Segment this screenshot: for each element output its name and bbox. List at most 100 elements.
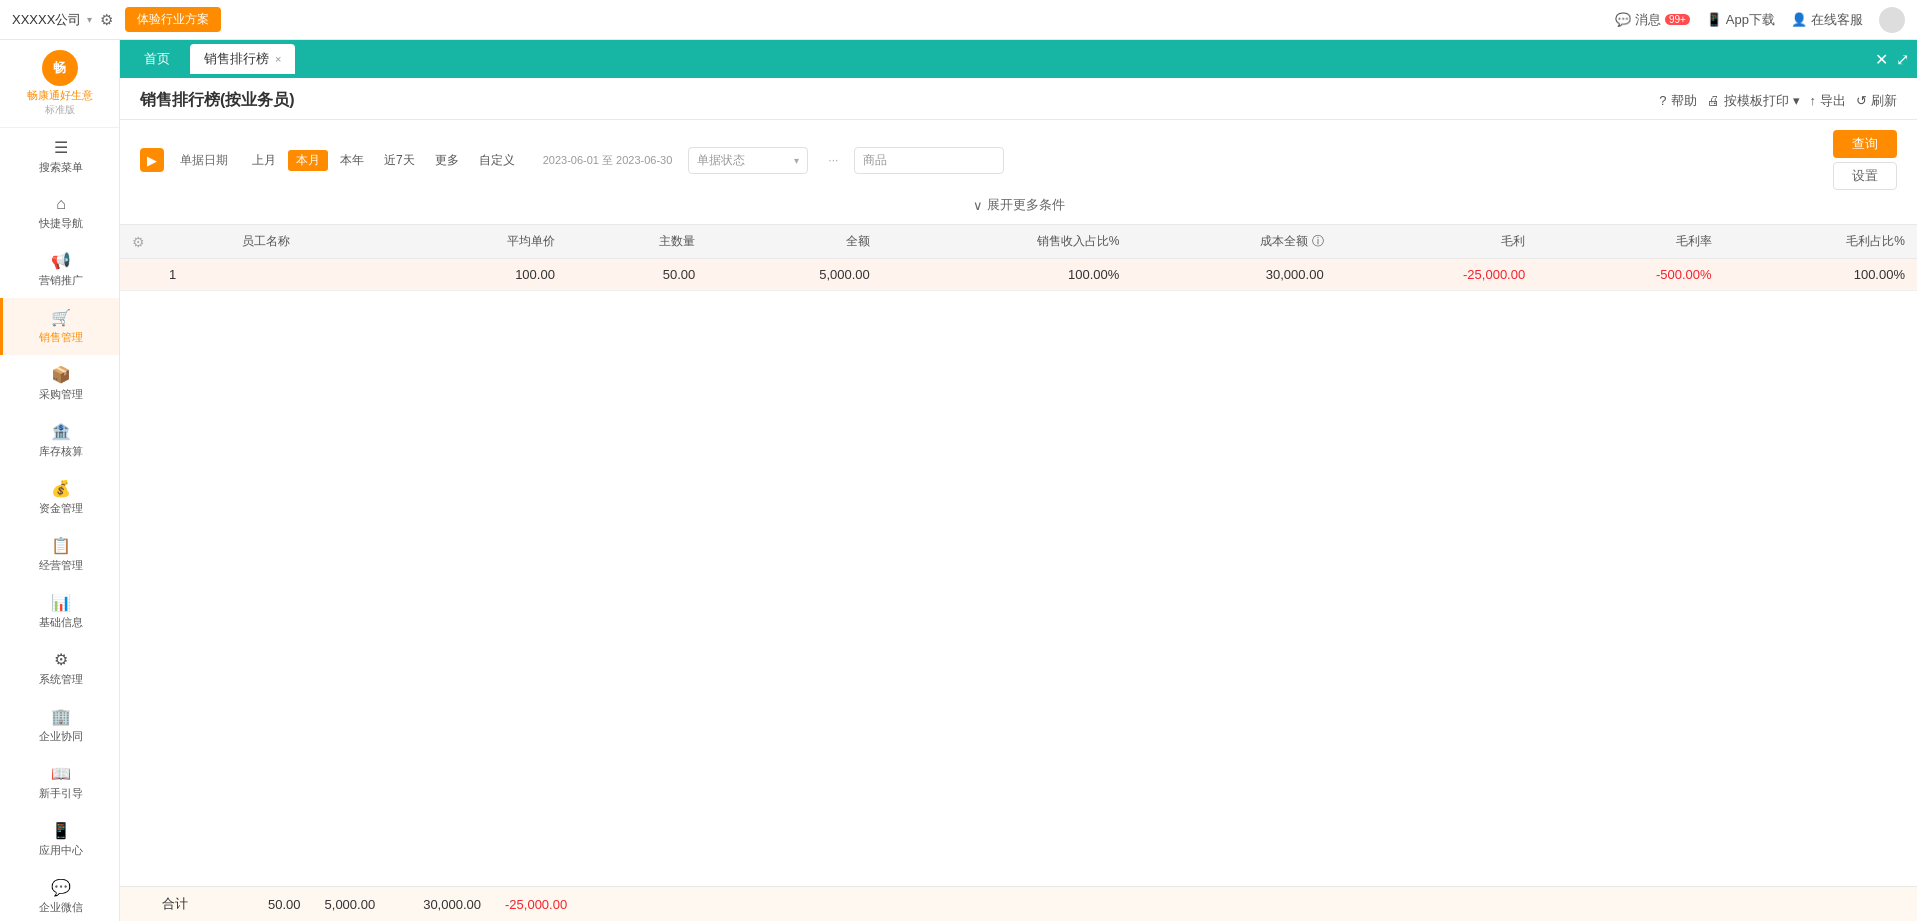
sales-icon: 🛒 <box>51 308 71 327</box>
online-service-button[interactable]: 👤 在线客服 <box>1791 11 1863 29</box>
col-profit-pct: 毛利占比% <box>1724 225 1917 259</box>
row-settings <box>120 259 157 291</box>
col-settings: ⚙ <box>120 225 157 259</box>
date-filter-label: 单据日期 <box>180 152 228 169</box>
export-button[interactable]: ↑ 导出 <box>1810 92 1847 110</box>
row-cost: 30,000.00 <box>1131 259 1335 291</box>
sidebar-item-label: 快捷导航 <box>39 216 83 231</box>
expand-row: ∨ 展开更多条件 <box>140 196 1897 214</box>
service-label: 在线客服 <box>1811 11 1863 29</box>
col-avg-price: 平均单价 <box>398 225 566 259</box>
sidebar: 畅 畅康通好生意 标准版 ☰ 搜索菜单 ⌂ 快捷导航 📢 营销推广 🛒 销售管理… <box>0 40 120 921</box>
trial-button[interactable]: 体验行业方案 <box>125 7 221 32</box>
inventory-icon: 🏦 <box>51 422 71 441</box>
total-amount: 5,000.00 <box>313 897 388 912</box>
refresh-button[interactable]: ↺ 刷新 <box>1856 92 1897 110</box>
search-order-icon: ☰ <box>54 138 68 157</box>
row-profit-pct: 100.00% <box>1724 259 1917 291</box>
settings-icon[interactable]: ⚙ <box>100 11 113 29</box>
sidebar-item-sales[interactable]: 🛒 销售管理 <box>0 298 119 355</box>
print-chevron-icon: ▾ <box>1793 93 1800 108</box>
sidebar-item-marketing[interactable]: 📢 营销推广 <box>0 241 119 298</box>
tab-home[interactable]: 首页 <box>128 44 186 74</box>
date-option-this-year[interactable]: 本年 <box>332 150 372 171</box>
sidebar-item-label: 搜索菜单 <box>39 160 83 175</box>
column-settings-icon[interactable]: ⚙ <box>132 234 145 250</box>
total-main-qty: 50.00 <box>256 897 313 912</box>
refresh-label: 刷新 <box>1871 92 1897 110</box>
date-option-7days[interactable]: 近7天 <box>376 150 423 171</box>
sidebar-item-label: 库存核算 <box>39 444 83 459</box>
status-chevron-icon: ▾ <box>794 155 799 166</box>
sidebar-item-label: 营销推广 <box>39 273 83 288</box>
expand-label: 展开更多条件 <box>987 196 1065 214</box>
page-title: 销售排行榜(按业务员) <box>140 90 295 111</box>
row-profit-rate: -500.00% <box>1537 259 1723 291</box>
tab-close-icon[interactable]: × <box>275 53 281 65</box>
sidebar-item-label: 企业微信 <box>39 900 83 915</box>
date-option-this-month[interactable]: 本月 <box>288 150 328 171</box>
date-option-last-month[interactable]: 上月 <box>244 150 284 171</box>
sidebar-item-app-center[interactable]: 📱 应用中心 <box>0 811 119 868</box>
logo-sub: 标准版 <box>45 103 75 117</box>
col-amount: 全额 <box>707 225 882 259</box>
export-icon: ↑ <box>1810 93 1817 108</box>
app-icon: 📱 <box>1706 12 1722 27</box>
total-cost: 30,000.00 <box>411 897 493 912</box>
goods-filter-select[interactable]: 商品 <box>854 147 1004 174</box>
sidebar-item-operations[interactable]: 📋 经营管理 <box>0 526 119 583</box>
sidebar-item-quick-nav[interactable]: ⌂ 快捷导航 <box>0 185 119 241</box>
date-range-display: 2023-06-01 至 2023-06-30 <box>543 153 673 168</box>
sidebar-item-finance[interactable]: 💰 资金管理 <box>0 469 119 526</box>
sidebar-item-inventory[interactable]: 🏦 库存核算 <box>0 412 119 469</box>
sidebar-item-purchase[interactable]: 📦 采购管理 <box>0 355 119 412</box>
table-row: 1100.0050.005,000.00100.00%30,000.00-25,… <box>120 259 1917 291</box>
col-name: 员工名称 <box>230 225 398 259</box>
tab-sales-ranking[interactable]: 销售排行榜 × <box>190 44 295 74</box>
sidebar-item-system[interactable]: ⚙ 系统管理 <box>0 640 119 697</box>
row-main-qty: 50.00 <box>567 259 707 291</box>
tab-label: 销售排行榜 <box>204 50 269 68</box>
date-option-more[interactable]: 更多 <box>427 150 467 171</box>
status-filter-select[interactable]: 单据状态 ▾ <box>688 147 808 174</box>
logo-text: 畅康通好生意 <box>27 88 93 103</box>
row-amount: 5,000.00 <box>707 259 882 291</box>
purchase-icon: 📦 <box>51 365 71 384</box>
print-icon: 🖨 <box>1707 93 1720 108</box>
expand-icon: ∨ <box>973 198 983 213</box>
enterprise-icon: 🏢 <box>51 707 71 726</box>
sidebar-item-enterprise[interactable]: 🏢 企业协同 <box>0 697 119 754</box>
col-cost: 成本全额 ⓘ <box>1131 225 1335 259</box>
finance-icon: 💰 <box>51 479 71 498</box>
sidebar-item-guide[interactable]: 📖 新手引导 <box>0 754 119 811</box>
date-option-custom[interactable]: 自定义 <box>471 150 523 171</box>
filter-settings-button[interactable]: 设置 <box>1833 162 1897 190</box>
avatar[interactable] <box>1879 7 1905 33</box>
tab-bar-right: ✕ ⤢ <box>1875 50 1909 69</box>
col-profit: 毛利 <box>1336 225 1538 259</box>
help-button[interactable]: ? 帮助 <box>1659 92 1696 110</box>
total-avg-price <box>232 897 256 912</box>
sidebar-item-base-info[interactable]: 📊 基础信息 <box>0 583 119 640</box>
message-button[interactable]: 💬 消息 99+ <box>1615 11 1690 29</box>
tab-close-window-icon[interactable]: ✕ <box>1875 50 1888 69</box>
filter-more-icon[interactable]: ··· <box>828 153 838 167</box>
sidebar-item-label: 销售管理 <box>39 330 83 345</box>
page-content: 销售排行榜(按业务员) ? 帮助 🖨 按模板打印 ▾ ↑ 导出 <box>120 78 1917 921</box>
goods-filter-label: 商品 <box>863 152 995 169</box>
sidebar-item-wechat[interactable]: 💬 企业微信 <box>0 868 119 921</box>
app-center-icon: 📱 <box>51 821 71 840</box>
tab-maximize-icon[interactable]: ⤢ <box>1896 50 1909 69</box>
filter-collapse-button[interactable]: ▶ <box>140 148 164 172</box>
sidebar-item-label: 企业协同 <box>39 729 83 744</box>
app-download-button[interactable]: 📱 App下载 <box>1706 11 1775 29</box>
logo: 畅 畅康通好生意 标准版 <box>0 40 119 128</box>
query-button[interactable]: 查询 <box>1833 130 1897 158</box>
row-profit: -25,000.00 <box>1336 259 1538 291</box>
company-selector[interactable]: XXXXX公司 ▾ <box>12 11 92 29</box>
print-button[interactable]: 🖨 按模板打印 ▾ <box>1707 92 1800 110</box>
quick-nav-icon: ⌂ <box>56 195 66 213</box>
expand-conditions-button[interactable]: ∨ 展开更多条件 <box>973 196 1065 214</box>
sidebar-item-search-order[interactable]: ☰ 搜索菜单 <box>0 128 119 185</box>
chevron-down-icon: ▾ <box>87 14 92 25</box>
